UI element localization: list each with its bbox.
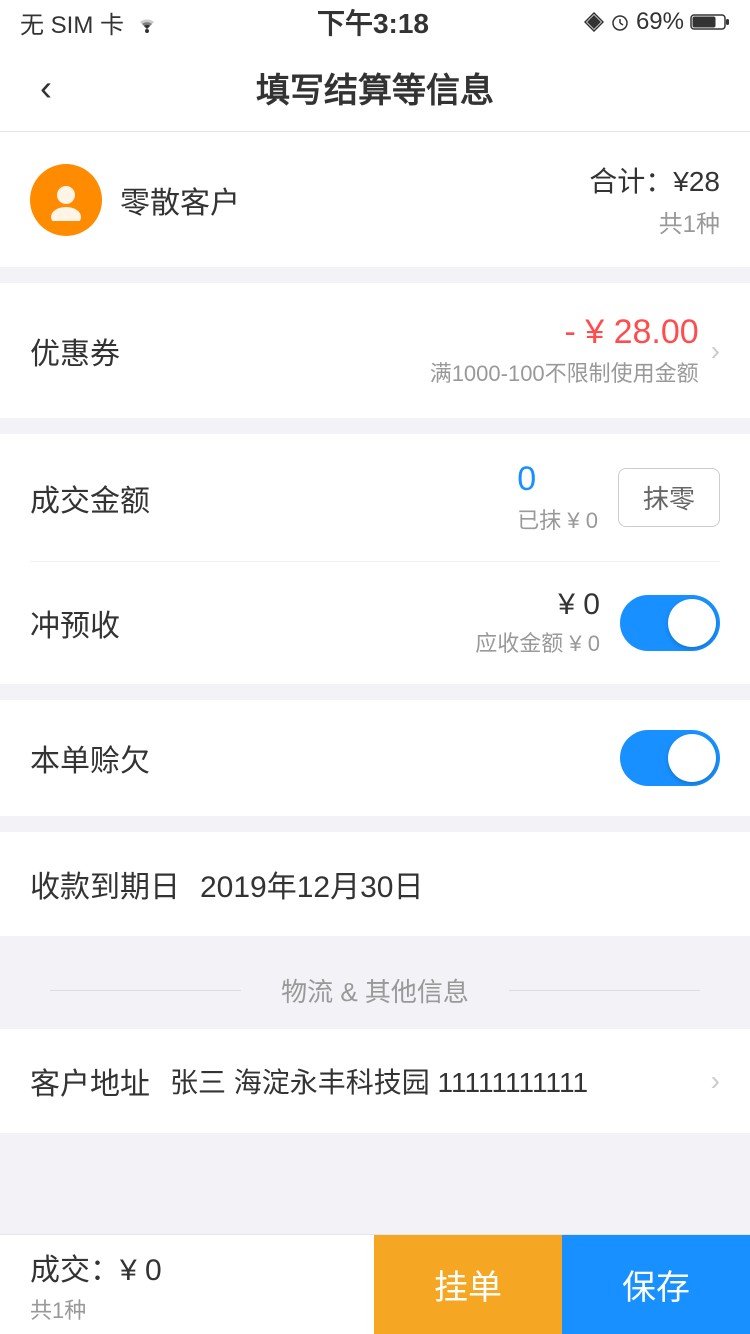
deal-amount-row: 成交金额 0 已抹 ¥ 0 抹零 <box>30 434 720 562</box>
bottom-deal-amount: 成交：¥ 0 <box>30 1245 344 1289</box>
address-row[interactable]: 客户地址 张三 海淀永丰科技园 11111111111 › <box>0 1029 750 1133</box>
prepay-toggle[interactable] <box>620 595 720 651</box>
back-button[interactable]: ‹ <box>30 57 62 119</box>
customer-avatar <box>30 164 102 236</box>
sim-indicator: 无 SIM 卡 <box>20 5 124 40</box>
prepay-label: 冲预收 <box>30 601 120 645</box>
avatar-icon <box>45 179 87 221</box>
bottom-bar: 成交：¥ 0 共1种 挂单 保存 <box>0 1234 750 1334</box>
status-time: 下午3:18 <box>317 2 429 42</box>
address-value: 张三 海淀永丰科技园 11111111111 <box>170 1061 711 1101</box>
status-bar: 无 SIM 卡 下午3:18 69% <box>0 0 750 44</box>
address-chevron-icon: › <box>711 1065 720 1097</box>
customer-count: 共1种 <box>589 204 720 239</box>
deal-amount-value: 0 <box>517 460 598 499</box>
bottom-deal-prefix: 成交： <box>30 1254 120 1287</box>
duedate-row: 收款到期日 2019年12月30日 <box>0 832 750 936</box>
deal-amount-sub: 已抹 ¥ 0 <box>517 503 598 535</box>
customer-row: 零散客户 合计：¥28 共1种 <box>0 132 750 267</box>
location-icon <box>584 12 604 32</box>
debt-toggle[interactable] <box>620 730 720 786</box>
coupon-label: 优惠券 <box>30 329 120 373</box>
logistics-label: 物流 & 其他信息 <box>281 972 469 1009</box>
prepay-right: ¥ 0 应收金额 ¥ 0 <box>475 588 720 658</box>
bottom-deal-value: ¥ 0 <box>120 1254 162 1287</box>
debt-section: 本单赊欠 <box>0 700 750 816</box>
toggle-circle <box>668 599 716 647</box>
divider-line-left <box>50 990 241 991</box>
page-title: 填写结算等信息 <box>256 63 494 112</box>
round-zero-button[interactable]: 抹零 <box>618 468 720 527</box>
duedate-label: 收款到期日 <box>30 862 180 906</box>
prepay-row: 冲预收 ¥ 0 应收金额 ¥ 0 <box>30 562 720 684</box>
duedate-value: 2019年12月30日 <box>200 862 423 906</box>
coupon-amount: - ¥ 28.00 <box>430 313 699 352</box>
logistics-divider: 物流 & 其他信息 <box>0 952 750 1029</box>
deal-amount-right: 0 已抹 ¥ 0 抹零 <box>517 460 720 535</box>
nav-bar: ‹ 填写结算等信息 <box>0 44 750 132</box>
customer-total: 合计：¥28 <box>589 160 720 200</box>
debt-row: 本单赊欠 <box>30 700 720 816</box>
coupon-chevron-icon: › <box>711 335 720 367</box>
wifi-icon <box>132 11 162 33</box>
deal-amount-label: 成交金额 <box>30 476 150 520</box>
debt-toggle-circle <box>668 734 716 782</box>
battery-percent: 69% <box>636 8 684 36</box>
save-button[interactable]: 保存 <box>562 1235 750 1334</box>
customer-name: 零散客户 <box>120 178 240 222</box>
customer-info: 零散客户 <box>30 164 240 236</box>
divider-line-right <box>509 990 700 991</box>
debt-label: 本单赊欠 <box>30 736 150 780</box>
customer-right: 合计：¥28 共1种 <box>589 160 720 239</box>
hang-button[interactable]: 挂单 <box>374 1235 562 1334</box>
status-left: 无 SIM 卡 <box>20 5 162 40</box>
prepay-amount: ¥ 0 <box>475 588 600 622</box>
status-right: 69% <box>584 8 730 36</box>
prepay-sub: 应收金额 ¥ 0 <box>475 626 600 658</box>
battery-icon <box>690 12 730 32</box>
transaction-section: 成交金额 0 已抹 ¥ 0 抹零 冲预收 ¥ 0 应收金额 ¥ 0 <box>0 434 750 684</box>
bottom-info: 成交：¥ 0 共1种 <box>0 1235 374 1334</box>
coupon-row[interactable]: 优惠券 - ¥ 28.00 满1000-100不限制使用金额 › <box>0 283 750 418</box>
alarm-icon <box>610 12 630 32</box>
coupon-desc: 满1000-100不限制使用金额 <box>430 356 699 388</box>
bottom-count: 共1种 <box>30 1293 344 1325</box>
address-label: 客户地址 <box>30 1059 150 1103</box>
